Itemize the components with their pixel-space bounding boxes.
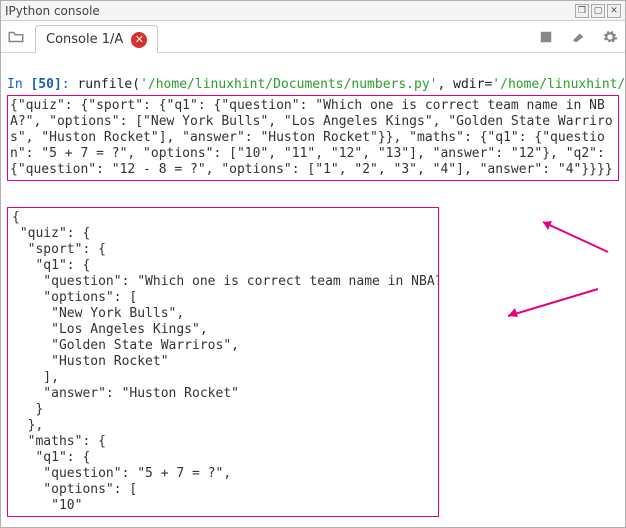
prompt-number: [50]: [30, 77, 61, 92]
clear-icon[interactable]: [569, 28, 587, 46]
raw-json-output: {"quiz": {"sport": {"q1": {"question": "…: [7, 95, 619, 181]
tab-label: Console 1/A: [46, 32, 123, 47]
tab-console-1a[interactable]: Console 1/A ✕: [35, 25, 158, 53]
runfile-sep: , wdir=: [438, 77, 493, 92]
prompt-colon: :: [62, 77, 78, 92]
window-close-button[interactable]: ✕: [607, 4, 621, 18]
runfile-path: '/home/linuxhint/Documents/numbers.py': [140, 77, 437, 92]
ipython-console-window: IPython console ❐ ▢ ✕ Console 1/A ✕ In […: [0, 0, 626, 528]
runfile-call: runfile(: [77, 77, 140, 92]
annotation-arrow-1: [491, 201, 618, 278]
window-title: IPython console: [5, 4, 573, 18]
close-icon[interactable]: ✕: [131, 32, 147, 48]
stop-icon[interactable]: [537, 28, 555, 46]
tabbar: Console 1/A ✕: [1, 21, 625, 53]
runfile-wdir: '/home/linuxhint/Documents': [492, 77, 625, 92]
open-folder-icon[interactable]: [7, 28, 25, 46]
prompt-in-label: In: [7, 77, 30, 92]
window-restore-button[interactable]: ❐: [575, 4, 589, 18]
titlebar: IPython console ❐ ▢ ✕: [1, 1, 625, 21]
pretty-json-output: { "quiz": { "sport": { "q1": { "question…: [7, 207, 439, 517]
console-output[interactable]: In [50]: runfile('/home/linuxhint/Docume…: [1, 53, 625, 527]
window-maximize-button[interactable]: ▢: [591, 4, 605, 18]
gear-icon[interactable]: [601, 28, 619, 46]
annotation-arrow-2: [451, 268, 608, 345]
